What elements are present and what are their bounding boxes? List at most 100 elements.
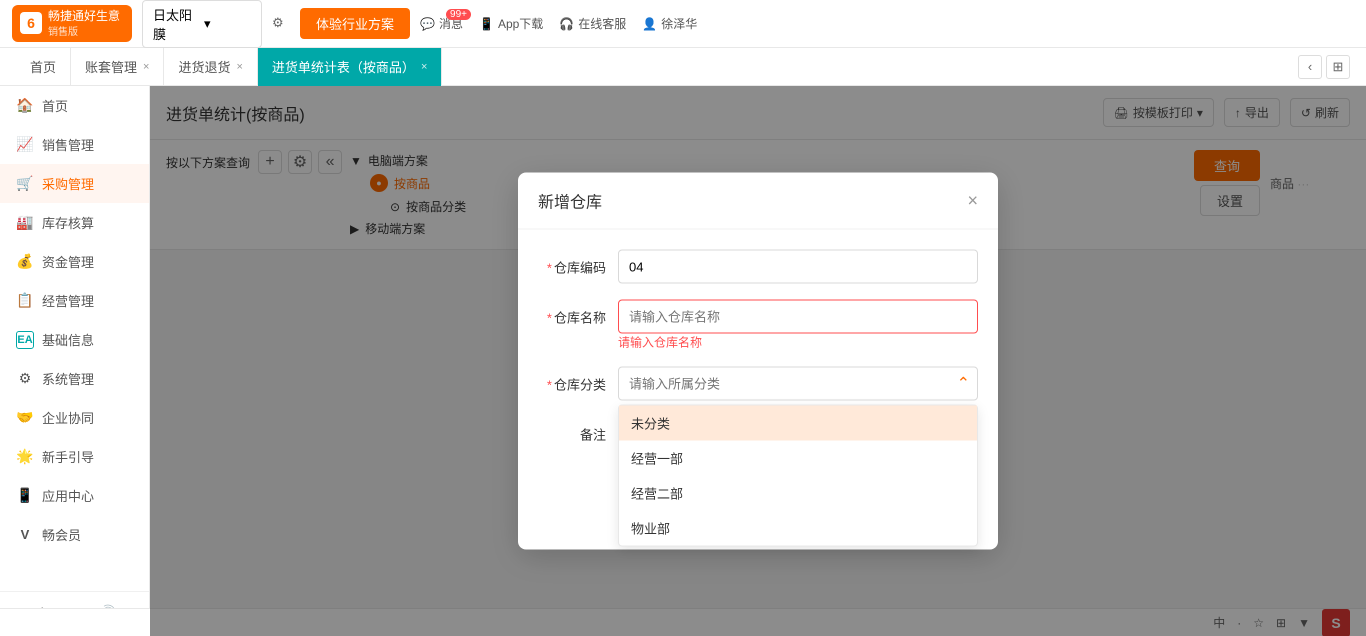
sidebar-item-finance[interactable]: 💰 资金管理 xyxy=(0,242,149,281)
app-download-item[interactable]: 📱 App下载 xyxy=(479,15,543,32)
dropdown-item-ops2[interactable]: 经营二部 xyxy=(619,476,977,511)
online-service-item[interactable]: 🎧 在线客服 xyxy=(559,15,626,32)
sidebar-item-member[interactable]: V 畅会员 xyxy=(0,515,149,554)
store-selector[interactable]: 日太阳膜 ▾ xyxy=(142,0,262,48)
message-icon: 💬 xyxy=(420,17,435,31)
member-icon: V xyxy=(16,526,34,544)
sidebar-item-guide[interactable]: 🌟 新手引导 xyxy=(0,437,149,476)
sidebar-item-inventory[interactable]: 🏭 库存核算 xyxy=(0,203,149,242)
sidebar-item-purchase[interactable]: 🛒 采购管理 xyxy=(0,164,149,203)
sidebar-item-operations[interactable]: 📋 经营管理 xyxy=(0,281,149,320)
inventory-icon: 🏭 xyxy=(16,214,34,232)
modal-title: 新增仓库 xyxy=(538,189,602,213)
modal-header: 新增仓库 × xyxy=(518,173,998,230)
tab-home[interactable]: 首页 xyxy=(16,48,71,86)
modal-overlay: 新增仓库 × 仓库编码 仓库名称 xyxy=(150,86,1366,636)
name-input[interactable] xyxy=(618,300,978,334)
dropdown-item-uncategorized[interactable]: 未分类 xyxy=(619,406,977,441)
trial-button[interactable]: 体验行业方案 xyxy=(300,8,410,39)
guide-icon: 🌟 xyxy=(16,448,34,466)
modal-new-warehouse: 新增仓库 × 仓库编码 仓库名称 xyxy=(518,173,998,550)
tab-purchase-return-close[interactable]: × xyxy=(236,61,242,73)
purchase-icon: 🛒 xyxy=(16,175,34,193)
top-header: 6 畅捷通好生意 销售版 日太阳膜 ▾ ⚙ 体验行业方案 💬 消息 99+ 📱 … xyxy=(0,0,1366,48)
sidebar-item-inventory-label: 库存核算 xyxy=(42,213,94,232)
form-row-code: 仓库编码 xyxy=(538,250,978,284)
sidebar-item-app[interactable]: 📱 应用中心 xyxy=(0,476,149,515)
modal-close-btn[interactable]: × xyxy=(967,190,978,211)
mobile-icon: 📱 xyxy=(479,17,494,31)
tab-purchase-stats-close[interactable]: × xyxy=(421,61,427,73)
app-download-label: App下载 xyxy=(498,15,543,32)
dropdown-item-ops1[interactable]: 经营一部 xyxy=(619,441,977,476)
chevron-down-icon: ▾ xyxy=(204,16,251,32)
form-row-name: 仓库名称 请输入仓库名称 xyxy=(538,300,978,351)
tab-purchase-stats[interactable]: 进货单统计表（按商品） × xyxy=(258,48,442,86)
code-label: 仓库编码 xyxy=(538,250,618,277)
logo-icon: 6 xyxy=(20,12,42,34)
category-select-wrapper: ⌃ 未分类 经营一部 经营二部 物业部 xyxy=(618,367,978,401)
tab-accounts[interactable]: 账套管理 × xyxy=(71,48,164,86)
tab-prev-btn[interactable]: ‹ xyxy=(1298,55,1322,79)
category-input[interactable] xyxy=(618,367,978,401)
sales-icon: 📈 xyxy=(16,136,34,154)
main-layout: 🏠 首页 📈 销售管理 🛒 采购管理 🏭 库存核算 💰 资金管理 📋 经营管理 … xyxy=(0,86,1366,636)
sidebar-item-enterprise[interactable]: 🤝 企业协同 xyxy=(0,398,149,437)
tab-next-btn[interactable]: ⊞ xyxy=(1326,55,1350,79)
online-service-label: 在线客服 xyxy=(578,15,626,32)
content-area: 进货单统计(按商品) 🖨 按模板打印 ▾ ↑ 导出 ↺ 刷新 按以下方案查询 xyxy=(150,86,1366,636)
tab-purchase-return-label: 进货退货 xyxy=(178,57,230,76)
settings-icon[interactable]: ⚙ xyxy=(272,15,290,33)
notes-label: 备注 xyxy=(538,417,618,444)
messages-badge: 99+ xyxy=(446,9,471,20)
enterprise-icon: 🤝 xyxy=(16,409,34,427)
home-icon: 🏠 xyxy=(16,97,34,115)
user-item[interactable]: 👤 徐泽华 xyxy=(642,15,697,32)
category-dropdown: 未分类 经营一部 经营二部 物业部 xyxy=(618,405,978,547)
tab-purchase-stats-label: 进货单统计表（按商品） xyxy=(272,57,415,76)
sidebar-item-purchase-label: 采购管理 xyxy=(42,174,94,193)
name-field-row: 仓库名称 xyxy=(538,300,978,334)
form-row-category: 仓库分类 ⌃ 未分类 经营一部 经营二部 物业部 xyxy=(538,367,978,401)
logo-area: 6 畅捷通好生意 销售版 xyxy=(12,5,132,42)
category-label: 仓库分类 xyxy=(538,367,618,394)
sidebar-item-system[interactable]: ⚙ 系统管理 xyxy=(0,359,149,398)
sidebar-item-member-label: 畅会员 xyxy=(42,525,81,544)
sidebar-item-guide-label: 新手引导 xyxy=(42,447,94,466)
basic-info-icon: EA xyxy=(16,331,34,349)
sidebar-item-basic-info[interactable]: EA 基础信息 xyxy=(0,320,149,359)
sidebar-item-system-label: 系统管理 xyxy=(42,369,94,388)
logo-text: 畅捷通好生意 xyxy=(48,9,120,23)
modal-body: 仓库编码 仓库名称 请输入仓库名称 xyxy=(518,230,998,477)
messages-icon-item[interactable]: 💬 消息 99+ xyxy=(420,15,463,32)
select-arrow-icon[interactable]: ⌃ xyxy=(957,374,970,394)
store-name: 日太阳膜 xyxy=(153,5,200,43)
sidebar-item-operations-label: 经营管理 xyxy=(42,291,94,310)
sidebar-item-app-label: 应用中心 xyxy=(42,486,94,505)
user-name: 徐泽华 xyxy=(661,15,697,32)
sidebar-item-home-label: 首页 xyxy=(42,96,68,115)
dropdown-item-property[interactable]: 物业部 xyxy=(619,511,977,546)
tab-bar: 首页 账套管理 × 进货退货 × 进货单统计表（按商品） × ‹ ⊞ xyxy=(0,48,1366,86)
sidebar-item-enterprise-label: 企业协同 xyxy=(42,408,94,427)
tab-accounts-label: 账套管理 xyxy=(85,57,137,76)
app-icon: 📱 xyxy=(16,487,34,505)
operations-icon: 📋 xyxy=(16,292,34,310)
sidebar-item-basic-info-label: 基础信息 xyxy=(42,330,94,349)
tab-controls: ‹ ⊞ xyxy=(1298,55,1350,79)
sidebar-item-sales-label: 销售管理 xyxy=(42,135,94,154)
avatar-icon: 👤 xyxy=(642,17,657,31)
sidebar-item-sales[interactable]: 📈 销售管理 xyxy=(0,125,149,164)
sidebar-item-finance-label: 资金管理 xyxy=(42,252,94,271)
tab-purchase-return[interactable]: 进货退货 × xyxy=(164,48,257,86)
header-icons: 💬 消息 99+ 📱 App下载 🎧 在线客服 👤 徐泽华 xyxy=(420,15,697,32)
code-input[interactable] xyxy=(618,250,978,284)
name-error-wrapper: 请输入仓库名称 xyxy=(538,334,978,351)
tab-accounts-close[interactable]: × xyxy=(143,61,149,73)
tab-home-label: 首页 xyxy=(30,57,56,76)
name-label: 仓库名称 xyxy=(538,300,618,334)
logo-sub: 销售版 xyxy=(48,23,120,38)
sidebar: 🏠 首页 📈 销售管理 🛒 采购管理 🏭 库存核算 💰 资金管理 📋 经营管理 … xyxy=(0,86,150,636)
headset-icon: 🎧 xyxy=(559,17,574,31)
sidebar-item-home[interactable]: 🏠 首页 xyxy=(0,86,149,125)
